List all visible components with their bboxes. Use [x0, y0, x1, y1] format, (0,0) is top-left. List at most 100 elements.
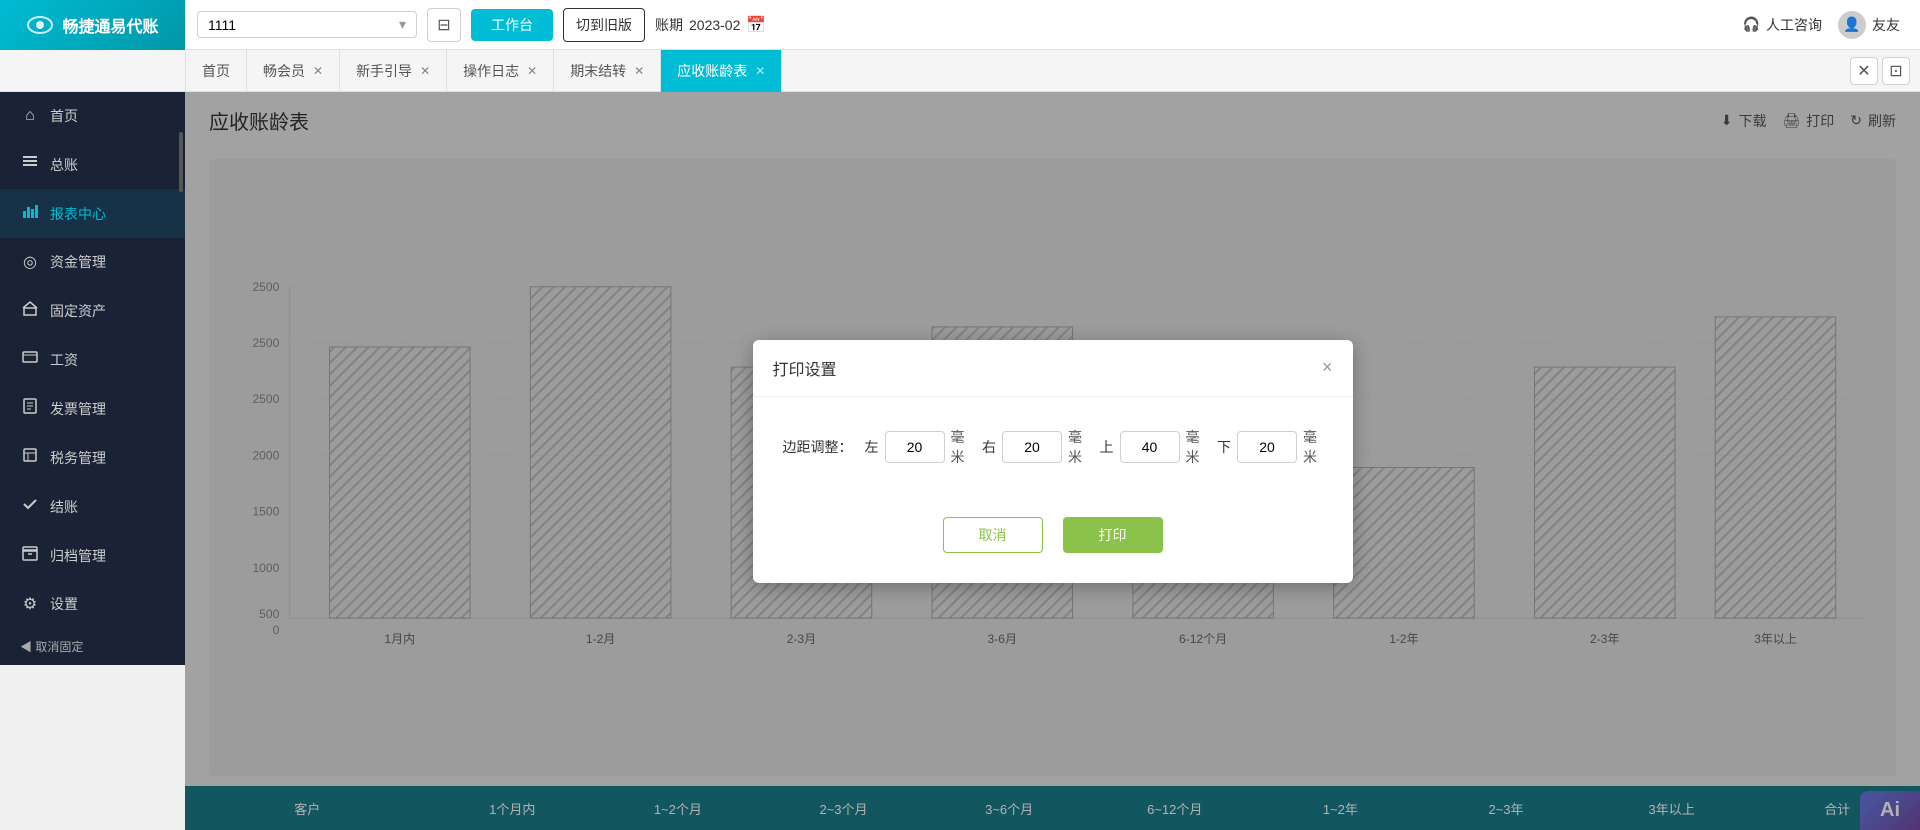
main-content: 应收账龄表 ⬇ 下载 🖨 打印 ↻ 刷新 [185, 92, 1920, 830]
right-margin-input[interactable] [1002, 431, 1062, 463]
bottom-margin-input[interactable] [1237, 431, 1297, 463]
sidebar-item-home[interactable]: ⌂ 首页 [0, 92, 185, 140]
logo-text: 畅捷通易代账 [62, 13, 158, 37]
sidebar-item-label: 工资 [50, 350, 78, 370]
tab-aging-report[interactable]: 应收账龄表 ✕ [661, 50, 782, 92]
settings-icon: ⚙ [20, 594, 40, 614]
sidebar-wrapper: ⌂ 首页 总账 报表中心 ◎ 资金管理 [0, 92, 185, 830]
salary-icon [20, 349, 40, 370]
sidebar-item-label: 税务管理 [50, 448, 106, 468]
dialog-header: 打印设置 × [753, 340, 1353, 397]
period-area: 账期 2023-02 📅 [655, 15, 766, 35]
invoice-icon [20, 398, 40, 419]
checkout-icon [20, 496, 40, 517]
margin-row: 边距调整： 左 毫米 右 毫米 上 [783, 427, 1323, 467]
overlay: 打印设置 × 边距调整： 左 毫米 右 毫米 [185, 92, 1920, 830]
margin-label: 边距调整： [783, 437, 853, 457]
reports-icon [20, 203, 40, 224]
sidebar-item-label: 总账 [50, 155, 78, 175]
calendar-icon[interactable]: 📅 [746, 15, 766, 35]
archive-icon-button[interactable]: ⊟ [427, 8, 461, 42]
archive-sidebar-icon [20, 545, 40, 566]
sidebar-item-label: 固定资产 [50, 301, 106, 321]
company-selector[interactable]: 1111 ▾ [197, 11, 417, 38]
tax-icon [20, 447, 40, 468]
sidebar-collapse-button[interactable]: ◀ 取消固定 [0, 628, 185, 665]
tab-close-period-transfer[interactable]: ✕ [634, 64, 644, 78]
layout: ⌂ 首页 总账 报表中心 ◎ 资金管理 [0, 92, 1920, 830]
archive-icon: ⊟ [437, 15, 450, 35]
ledger-icon [20, 154, 40, 175]
sidebar-item-label: 归档管理 [50, 546, 106, 566]
print-confirm-button[interactable]: 打印 [1063, 517, 1163, 553]
tab-close-operation-log[interactable]: ✕ [527, 64, 537, 78]
left-margin-input[interactable] [885, 431, 945, 463]
sidebar-item-tax[interactable]: 税务管理 [0, 433, 185, 482]
tab-operation-log[interactable]: 操作日志 ✕ [447, 50, 554, 92]
tab-guide[interactable]: 新手引导 ✕ [340, 50, 447, 92]
dialog-close-button[interactable]: × [1322, 357, 1333, 378]
tab-expand-button[interactable]: ⊡ [1882, 57, 1910, 85]
period-value: 2023-02 [689, 17, 740, 33]
workbench-button[interactable]: 工作台 [471, 9, 553, 41]
sidebar-item-salary[interactable]: 工资 [0, 335, 185, 384]
left-unit: 毫米 [951, 427, 971, 467]
tab-period-transfer[interactable]: 期末结转 ✕ [554, 50, 661, 92]
period-label: 账期 [655, 15, 683, 35]
dialog-body: 边距调整： 左 毫米 右 毫米 上 [753, 397, 1353, 497]
sidebar-item-archive[interactable]: 归档管理 [0, 531, 185, 580]
sidebar-scrollbar[interactable] [179, 132, 183, 192]
sidebar: ⌂ 首页 总账 报表中心 ◎ 资金管理 [0, 92, 185, 665]
right-label: 右 [982, 437, 996, 457]
user-button[interactable]: 👤 友友 [1838, 11, 1900, 39]
tab-close-guide[interactable]: ✕ [420, 64, 430, 78]
user-label: 友友 [1872, 15, 1900, 35]
header-right: 🎧 人工咨询 👤 友友 [1723, 11, 1920, 39]
company-name: 1111 [208, 17, 391, 33]
header-center: 1111 ▾ ⊟ 工作台 切到旧版 账期 2023-02 📅 [185, 8, 1723, 42]
sidebar-item-invoice[interactable]: 发票管理 [0, 384, 185, 433]
chevron-down-icon: ▾ [399, 16, 406, 33]
left-label: 左 [865, 437, 879, 457]
right-unit: 毫米 [1068, 427, 1088, 467]
headphone-icon: 🎧 [1743, 16, 1760, 33]
bottom-label: 下 [1217, 437, 1231, 457]
tab-close-aging-report[interactable]: ✕ [755, 64, 765, 78]
home-icon: ⌂ [20, 107, 40, 125]
sidebar-item-checkout[interactable]: 结账 [0, 482, 185, 531]
header: 畅捷通易代账 1111 ▾ ⊟ 工作台 切到旧版 账期 2023-02 📅 🎧 … [0, 0, 1920, 50]
consult-button[interactable]: 🎧 人工咨询 [1743, 15, 1822, 35]
print-settings-dialog: 打印设置 × 边距调整： 左 毫米 右 毫米 [753, 340, 1353, 583]
user-avatar-icon: 👤 [1843, 16, 1860, 33]
tab-close-button[interactable]: ✕ [1850, 57, 1878, 85]
tab-bar: 首页 畅会员 ✕ 新手引导 ✕ 操作日志 ✕ 期末结转 ✕ 应收账龄表 ✕ ✕ … [0, 50, 1920, 92]
funds-icon: ◎ [20, 252, 40, 272]
dialog-footer: 取消 打印 [753, 497, 1353, 583]
sidebar-item-label: 首页 [50, 106, 78, 126]
cancel-button[interactable]: 取消 [943, 517, 1043, 553]
switch-old-version-button[interactable]: 切到旧版 [563, 8, 645, 42]
dialog-title: 打印设置 [773, 356, 837, 380]
tab-membership[interactable]: 畅会员 ✕ [247, 50, 340, 92]
sidebar-item-ledger[interactable]: 总账 [0, 140, 185, 189]
sidebar-item-assets[interactable]: 固定资产 [0, 286, 185, 335]
sidebar-item-label: 资金管理 [50, 252, 106, 272]
sidebar-item-settings[interactable]: ⚙ 设置 [0, 580, 185, 628]
tab-close-membership[interactable]: ✕ [313, 64, 323, 78]
avatar: 👤 [1838, 11, 1866, 39]
sidebar-item-funds[interactable]: ◎ 资金管理 [0, 238, 185, 286]
sidebar-item-label: 报表中心 [50, 204, 106, 224]
assets-icon [20, 300, 40, 321]
tab-actions: ✕ ⊡ [1840, 57, 1920, 85]
top-unit: 毫米 [1186, 427, 1206, 467]
tab-home[interactable]: 首页 [185, 50, 247, 92]
sidebar-item-label: 结账 [50, 497, 78, 517]
logo: 畅捷通易代账 [0, 0, 185, 50]
top-label: 上 [1100, 437, 1114, 457]
top-margin-input[interactable] [1120, 431, 1180, 463]
bottom-unit: 毫米 [1303, 427, 1323, 467]
sidebar-item-reports[interactable]: 报表中心 [0, 189, 185, 238]
bottom-margin-group: 下 毫米 [1217, 427, 1323, 467]
right-margin-group: 右 毫米 [982, 427, 1088, 467]
consult-label: 人工咨询 [1766, 15, 1822, 35]
